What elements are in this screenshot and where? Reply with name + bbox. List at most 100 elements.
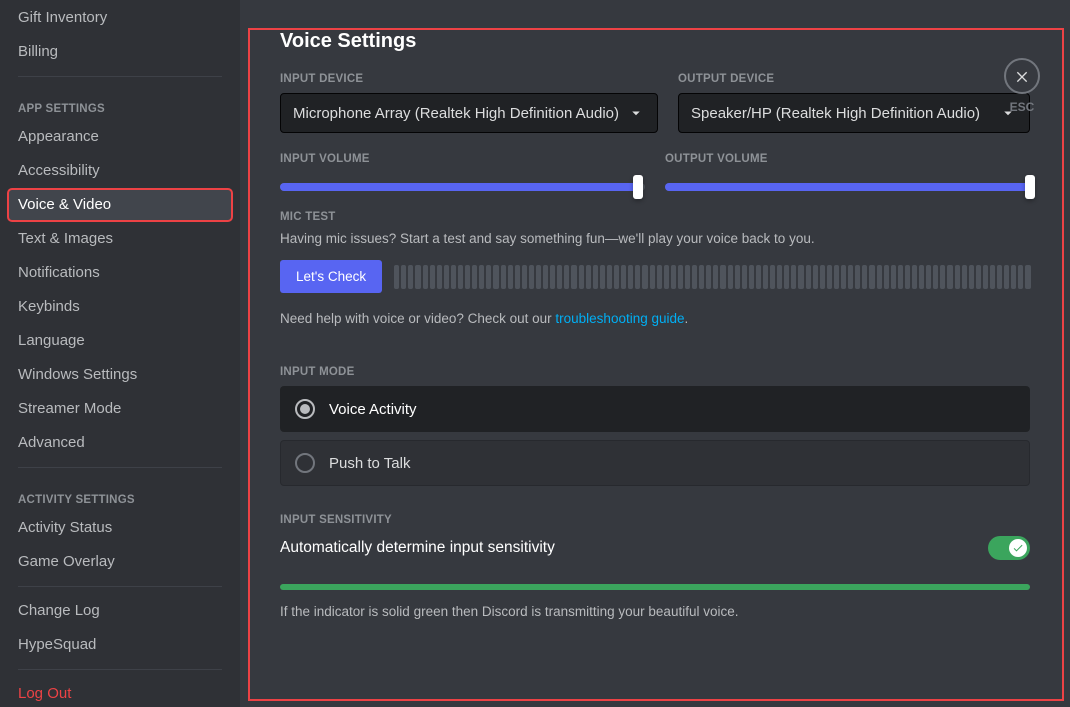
mic-bar (806, 265, 811, 289)
mic-bar (430, 265, 435, 289)
mic-bar (692, 265, 697, 289)
mic-bar (763, 265, 768, 289)
sidebar-divider (18, 467, 222, 468)
mic-bar (642, 265, 647, 289)
mic-bar (536, 265, 541, 289)
sidebar-divider (18, 586, 222, 587)
sidebar-item-notifications[interactable]: Notifications (8, 257, 232, 289)
radio-icon (295, 399, 315, 419)
sidebar-item-logout[interactable]: Log Out (8, 678, 232, 707)
mic-bar (848, 265, 853, 289)
close-button-container: ESC (1004, 58, 1040, 114)
slider-thumb[interactable] (1025, 175, 1035, 199)
sidebar-item-streamer-mode[interactable]: Streamer Mode (8, 393, 232, 425)
input-device-value: Microphone Array (Realtek High Definitio… (293, 105, 619, 122)
mic-bar (735, 265, 740, 289)
input-mode-voice-activity[interactable]: Voice Activity (280, 386, 1030, 432)
mic-bar (884, 265, 889, 289)
sidebar-category-activity-settings: ACTIVITY SETTINGS (8, 476, 232, 510)
mic-bar (621, 265, 626, 289)
close-button[interactable] (1004, 58, 1040, 94)
sensitivity-note: If the indicator is solid green then Dis… (280, 604, 1030, 619)
output-device-label: OUTPUT DEVICE (678, 73, 1030, 85)
output-device-select[interactable]: Speaker/HP (Realtek High Definition Audi… (678, 93, 1030, 133)
mic-bar (855, 265, 860, 289)
mic-bar (728, 265, 733, 289)
sidebar-item-appearance[interactable]: Appearance (8, 121, 232, 153)
mic-bar (508, 265, 513, 289)
mic-test-label: MIC TEST (280, 211, 1030, 223)
output-volume-label: OUTPUT VOLUME (665, 153, 1030, 165)
sidebar-category-app-settings: APP SETTINGS (8, 85, 232, 119)
mic-bar (628, 265, 633, 289)
input-mode-push-to-talk[interactable]: Push to Talk (280, 440, 1030, 486)
sidebar-item-billing[interactable]: Billing (8, 36, 232, 68)
mic-bar (898, 265, 903, 289)
troubleshooting-link[interactable]: troubleshooting guide (555, 311, 684, 326)
mic-bar (557, 265, 562, 289)
mic-bar (784, 265, 789, 289)
sidebar-item-keybinds[interactable]: Keybinds (8, 291, 232, 323)
mic-bar (607, 265, 612, 289)
mic-bar (706, 265, 711, 289)
chevron-down-icon (627, 104, 645, 122)
mic-bar (976, 265, 981, 289)
mic-bar (990, 265, 995, 289)
sidebar-item-text-images[interactable]: Text & Images (8, 223, 232, 255)
lets-check-button[interactable]: Let's Check (280, 260, 382, 293)
sidebar: Gift Inventory Billing APP SETTINGS Appe… (0, 0, 240, 707)
sidebar-item-windows-settings[interactable]: Windows Settings (8, 359, 232, 391)
mic-bar (1011, 265, 1016, 289)
mic-bar (699, 265, 704, 289)
sensitivity-indicator (280, 584, 1030, 590)
output-volume-slider[interactable] (665, 183, 1030, 191)
mic-bar (493, 265, 498, 289)
mic-bar (905, 265, 910, 289)
mic-bar (933, 265, 938, 289)
sidebar-item-game-overlay[interactable]: Game Overlay (8, 546, 232, 578)
mic-test-description: Having mic issues? Start a test and say … (280, 231, 1030, 246)
mic-bar (458, 265, 463, 289)
mic-bar (564, 265, 569, 289)
mic-bar (501, 265, 506, 289)
mic-bar (650, 265, 655, 289)
mic-bar (770, 265, 775, 289)
toggle-thumb (1009, 539, 1027, 557)
mic-bar (1004, 265, 1009, 289)
esc-label: ESC (1004, 100, 1040, 114)
mic-bar (919, 265, 924, 289)
close-icon (1014, 68, 1030, 84)
mic-bar (423, 265, 428, 289)
mic-bar (749, 265, 754, 289)
output-device-value: Speaker/HP (Realtek High Definition Audi… (691, 105, 980, 122)
input-device-select[interactable]: Microphone Array (Realtek High Definitio… (280, 93, 658, 133)
mic-bar (713, 265, 718, 289)
sidebar-item-hypesquad[interactable]: HypeSquad (8, 629, 232, 661)
auto-sensitivity-toggle[interactable] (988, 536, 1030, 560)
mic-bar (791, 265, 796, 289)
mic-bar (543, 265, 548, 289)
mic-bar (635, 265, 640, 289)
mic-bar (550, 265, 555, 289)
sidebar-divider (18, 76, 222, 77)
sidebar-item-gift-inventory[interactable]: Gift Inventory (8, 2, 232, 34)
sidebar-item-advanced[interactable]: Advanced (8, 427, 232, 459)
mic-bar (869, 265, 874, 289)
slider-thumb[interactable] (633, 175, 643, 199)
auto-sensitivity-title: Automatically determine input sensitivit… (280, 539, 555, 557)
sidebar-item-language[interactable]: Language (8, 325, 232, 357)
sidebar-item-voice-video[interactable]: Voice & Video (8, 189, 232, 221)
mic-bar (437, 265, 442, 289)
sidebar-item-change-log[interactable]: Change Log (8, 595, 232, 627)
input-volume-label: INPUT VOLUME (280, 153, 645, 165)
mic-bar (671, 265, 676, 289)
input-volume-slider[interactable] (280, 183, 645, 191)
mic-bar (983, 265, 988, 289)
mic-bar (472, 265, 477, 289)
input-mode-label: INPUT MODE (280, 366, 1030, 378)
mic-bar (947, 265, 952, 289)
input-sensitivity-label: INPUT SENSITIVITY (280, 514, 1030, 526)
sidebar-item-activity-status[interactable]: Activity Status (8, 512, 232, 544)
sidebar-item-accessibility[interactable]: Accessibility (8, 155, 232, 187)
mic-bar (664, 265, 669, 289)
